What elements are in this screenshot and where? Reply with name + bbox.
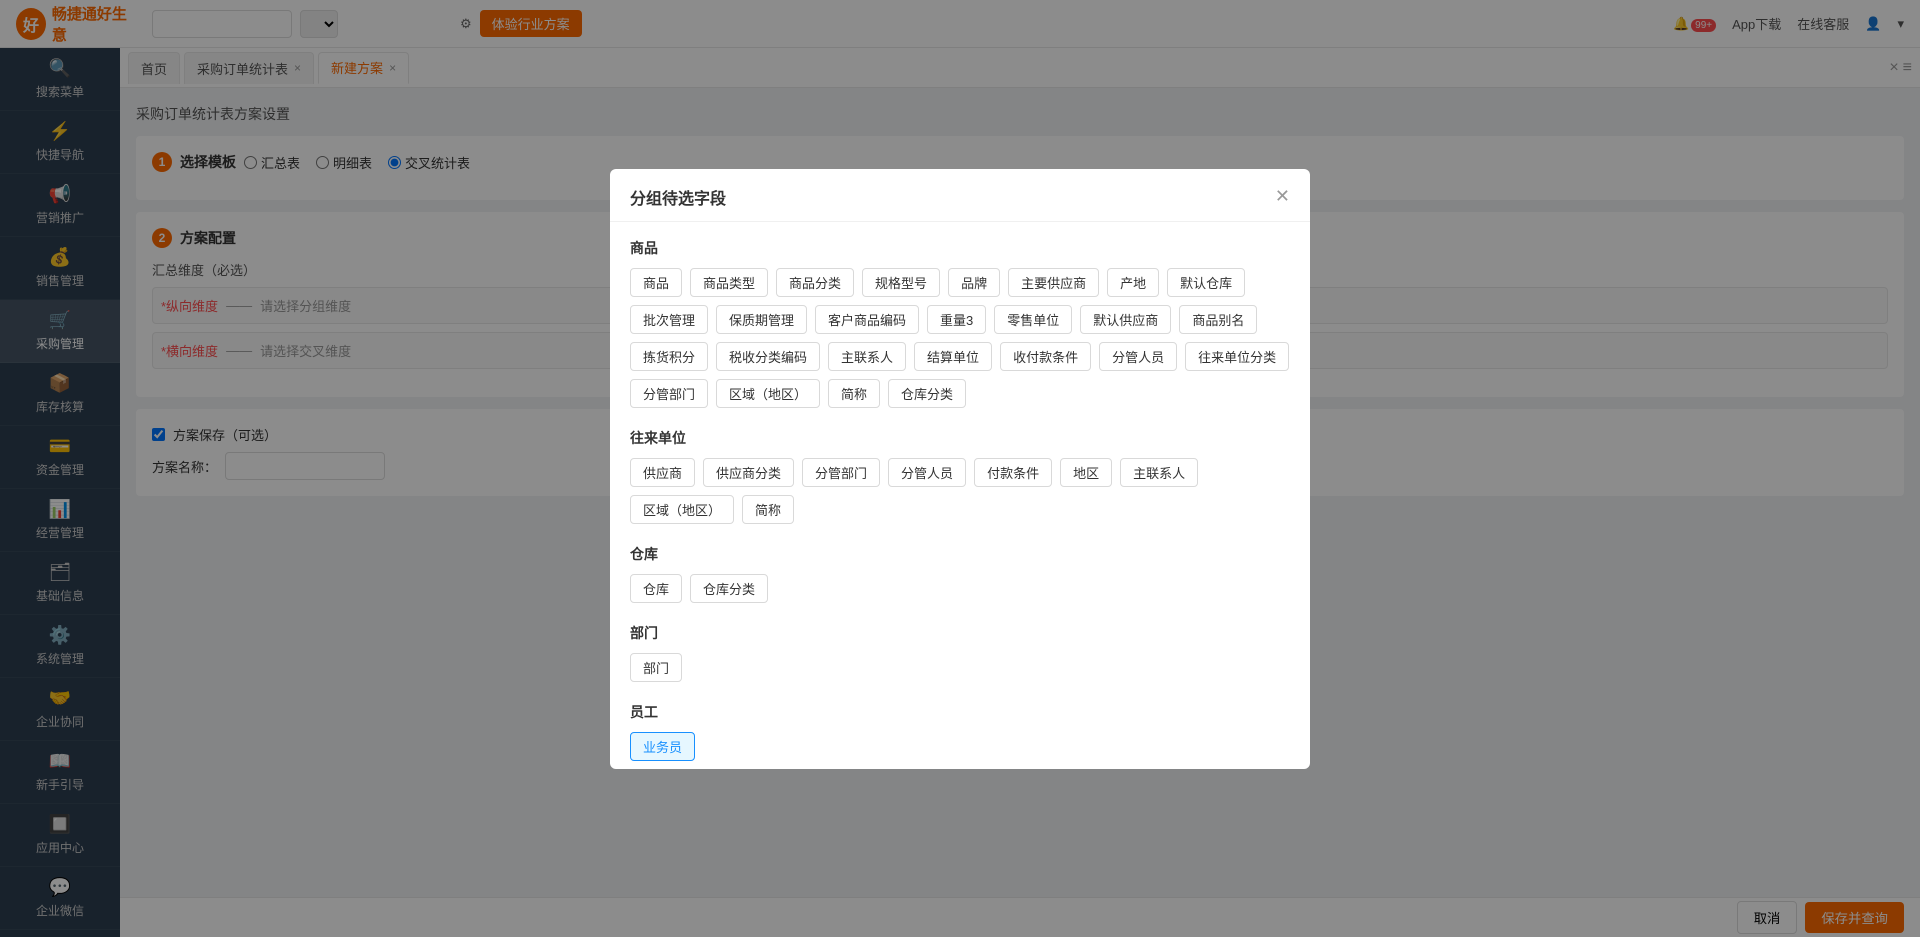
tag-goods-20[interactable]: 分管人员 xyxy=(1099,342,1177,371)
tag-goods-22[interactable]: 分管部门 xyxy=(630,379,708,408)
tag-partner-4[interactable]: 付款条件 xyxy=(974,458,1052,487)
tag-partner-3[interactable]: 分管人员 xyxy=(888,458,966,487)
tag-department-0[interactable]: 部门 xyxy=(630,653,682,682)
tag-partner-5[interactable]: 地区 xyxy=(1060,458,1112,487)
section-title-partner: 往来单位 xyxy=(630,428,1290,448)
tag-goods-15[interactable]: 拣货积分 xyxy=(630,342,708,371)
modal-overlay: 分组待选字段 ✕ 商品商品商品类型商品分类规格型号品牌主要供应商产地默认仓库批次… xyxy=(0,0,1920,937)
dialog-section-warehouse: 仓库仓库仓库分类 xyxy=(630,544,1290,603)
tag-goods-2[interactable]: 商品分类 xyxy=(776,268,854,297)
tag-staff-0[interactable]: 业务员 xyxy=(630,732,695,761)
dialog-section-goods: 商品商品商品类型商品分类规格型号品牌主要供应商产地默认仓库批次管理保质期管理客户… xyxy=(630,238,1290,408)
tag-goods-18[interactable]: 结算单位 xyxy=(914,342,992,371)
section-title-staff: 员工 xyxy=(630,702,1290,722)
dialog-title: 分组待选字段 xyxy=(630,185,726,209)
field-select-dialog: 分组待选字段 ✕ 商品商品商品类型商品分类规格型号品牌主要供应商产地默认仓库批次… xyxy=(610,169,1310,769)
tag-partner-7[interactable]: 区域（地区） xyxy=(630,495,734,524)
tag-goods-25[interactable]: 仓库分类 xyxy=(888,379,966,408)
dialog-section-department: 部门部门 xyxy=(630,623,1290,682)
dialog-body: 商品商品商品类型商品分类规格型号品牌主要供应商产地默认仓库批次管理保质期管理客户… xyxy=(610,222,1310,769)
dialog-section-staff: 员工业务员 xyxy=(630,702,1290,761)
tag-goods-4[interactable]: 品牌 xyxy=(948,268,1000,297)
tag-goods-19[interactable]: 收付款条件 xyxy=(1000,342,1091,371)
section-title-warehouse: 仓库 xyxy=(630,544,1290,564)
tag-goods-12[interactable]: 零售单位 xyxy=(994,305,1072,334)
tag-goods-8[interactable]: 批次管理 xyxy=(630,305,708,334)
tag-goods-23[interactable]: 区域（地区） xyxy=(716,379,820,408)
tag-goods-13[interactable]: 默认供应商 xyxy=(1080,305,1171,334)
tag-partner-2[interactable]: 分管部门 xyxy=(802,458,880,487)
tag-goods-21[interactable]: 往来单位分类 xyxy=(1185,342,1289,371)
tag-goods-10[interactable]: 客户商品编码 xyxy=(815,305,919,334)
dialog-section-partner: 往来单位供应商供应商分类分管部门分管人员付款条件地区主联系人区域（地区） 简称 xyxy=(630,428,1290,524)
tags-container-department: 部门 xyxy=(630,653,1290,682)
tag-goods-9[interactable]: 保质期管理 xyxy=(716,305,807,334)
tag-goods-11[interactable]: 重量3 xyxy=(927,305,986,334)
dialog-header: 分组待选字段 ✕ xyxy=(610,169,1310,222)
tags-container-goods: 商品商品类型商品分类规格型号品牌主要供应商产地默认仓库批次管理保质期管理客户商品… xyxy=(630,268,1290,408)
section-title-goods: 商品 xyxy=(630,238,1290,258)
tag-partner-6[interactable]: 主联系人 xyxy=(1120,458,1198,487)
tag-goods-6[interactable]: 产地 xyxy=(1107,268,1159,297)
tag-goods-5[interactable]: 主要供应商 xyxy=(1008,268,1099,297)
tag-partner-8[interactable]: 简称 xyxy=(742,495,794,524)
tags-container-warehouse: 仓库仓库分类 xyxy=(630,574,1290,603)
tag-partner-1[interactable]: 供应商分类 xyxy=(703,458,794,487)
tag-goods-1[interactable]: 商品类型 xyxy=(690,268,768,297)
dialog-close-button[interactable]: ✕ xyxy=(1275,186,1290,207)
tag-partner-0[interactable]: 供应商 xyxy=(630,458,695,487)
tag-goods-0[interactable]: 商品 xyxy=(630,268,682,297)
tag-goods-14[interactable]: 商品别名 xyxy=(1179,305,1257,334)
section-title-department: 部门 xyxy=(630,623,1290,643)
tag-goods-16[interactable]: 税收分类编码 xyxy=(716,342,820,371)
tag-goods-7[interactable]: 默认仓库 xyxy=(1167,268,1245,297)
tags-container-partner: 供应商供应商分类分管部门分管人员付款条件地区主联系人区域（地区） 简称 xyxy=(630,458,1290,524)
tag-goods-24[interactable]: 简称 xyxy=(828,379,880,408)
tag-warehouse-0[interactable]: 仓库 xyxy=(630,574,682,603)
tag-goods-17[interactable]: 主联系人 xyxy=(828,342,906,371)
tags-container-staff: 业务员 xyxy=(630,732,1290,761)
tag-goods-3[interactable]: 规格型号 xyxy=(862,268,940,297)
tag-warehouse-1[interactable]: 仓库分类 xyxy=(690,574,768,603)
